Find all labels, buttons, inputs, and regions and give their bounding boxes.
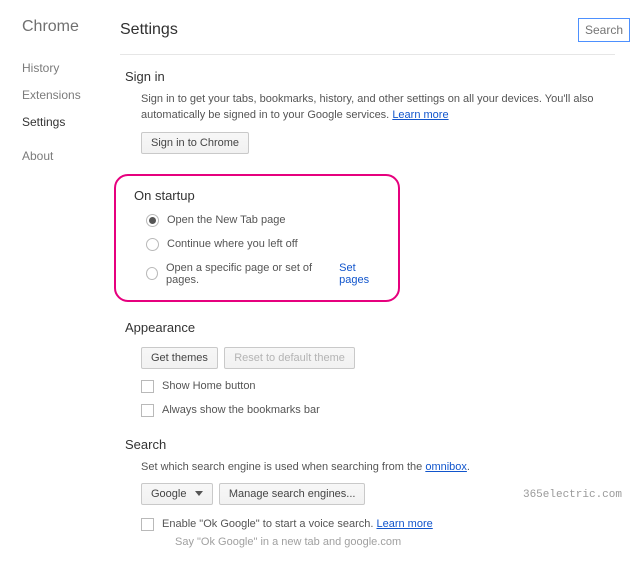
radio-new-tab[interactable]: [146, 214, 159, 227]
sidebar-item-settings[interactable]: Settings: [22, 115, 105, 129]
search-desc: Set which search engine is used when sea…: [141, 460, 630, 476]
caret-down-icon: [195, 491, 203, 496]
manage-search-engines-button[interactable]: Manage search engines...: [219, 483, 366, 505]
startup-title: On startup: [134, 188, 384, 203]
app-title: Chrome: [22, 18, 105, 36]
set-pages-link[interactable]: Set pages: [339, 262, 384, 286]
reset-theme-button: Reset to default theme: [224, 347, 355, 369]
page-title: Settings: [120, 21, 178, 39]
signin-desc: Sign in to get your tabs, bookmarks, his…: [141, 92, 630, 124]
radio-new-tab-label: Open the New Tab page: [167, 214, 285, 226]
search-desc-text: Set which search engine is used when sea…: [141, 461, 425, 473]
sidebar-nav: History Extensions Settings About: [22, 61, 105, 163]
bookmarks-bar-checkbox[interactable]: [141, 404, 154, 417]
watermark-text: 365electric.com: [523, 489, 622, 501]
search-engine-value: Google: [151, 488, 186, 500]
show-home-label: Show Home button: [162, 380, 256, 392]
bookmarks-bar-label: Always show the bookmarks bar: [162, 404, 320, 416]
search-input[interactable]: [578, 18, 630, 42]
search-engine-select[interactable]: Google: [141, 483, 213, 505]
ok-google-hint: Say "Ok Google" in a new tab and google.…: [175, 536, 630, 548]
signin-learn-more-link[interactable]: Learn more: [392, 109, 448, 121]
sidebar-item-extensions[interactable]: Extensions: [22, 88, 105, 102]
appearance-title: Appearance: [125, 320, 630, 335]
ok-google-learn-more-link[interactable]: Learn more: [376, 518, 432, 530]
signin-button[interactable]: Sign in to Chrome: [141, 132, 249, 154]
show-home-checkbox[interactable]: [141, 380, 154, 393]
sidebar-item-history[interactable]: History: [22, 61, 105, 75]
radio-continue[interactable]: [146, 238, 159, 251]
divider: [120, 54, 615, 55]
get-themes-button[interactable]: Get themes: [141, 347, 218, 369]
sidebar-item-about[interactable]: About: [22, 149, 105, 163]
radio-specific-page[interactable]: [146, 267, 158, 280]
ok-google-checkbox[interactable]: [141, 518, 154, 531]
section-startup-highlighted: On startup Open the New Tab page Continu…: [114, 174, 400, 302]
radio-specific-page-label: Open a specific page or set of pages.: [166, 262, 331, 286]
ok-google-label: Enable "Ok Google" to start a voice sear…: [162, 518, 433, 530]
section-appearance: Appearance Get themes Reset to default t…: [120, 320, 630, 417]
omnibox-link[interactable]: omnibox: [425, 461, 467, 473]
signin-title: Sign in: [125, 69, 630, 84]
ok-google-text: Enable "Ok Google" to start a voice sear…: [162, 518, 376, 530]
signin-desc-text: Sign in to get your tabs, bookmarks, his…: [141, 93, 594, 121]
section-signin: Sign in Sign in to get your tabs, bookma…: [120, 69, 630, 154]
radio-continue-label: Continue where you left off: [167, 238, 298, 250]
search-title: Search: [125, 437, 630, 452]
